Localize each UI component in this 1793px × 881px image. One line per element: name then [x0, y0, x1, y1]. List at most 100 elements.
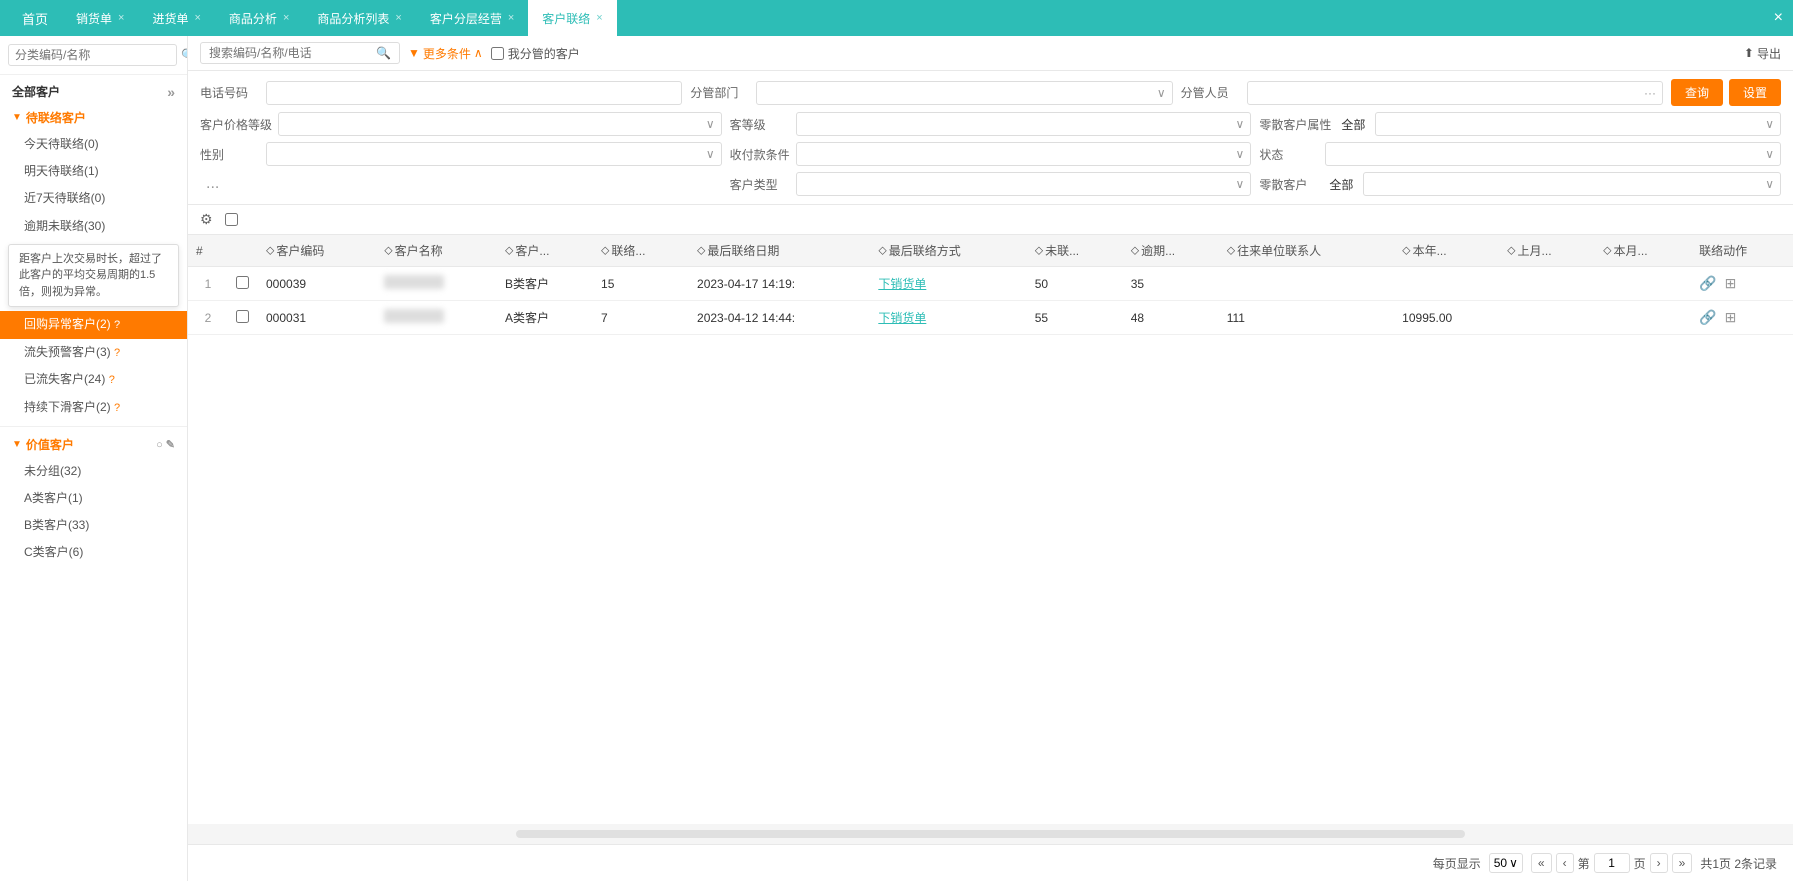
sidebar-collapse-icon[interactable]: » [167, 84, 175, 100]
sidebar-item-churn-warning[interactable]: 流失预警客户(3) ? [0, 339, 187, 367]
nav-product-analysis[interactable]: 商品分析 × [215, 0, 303, 36]
sidebar-item-7days[interactable]: 近7天待联络(0) [0, 185, 187, 212]
page-navigation: « ‹ 第 页 › » [1531, 853, 1692, 873]
sidebar-item-abnormal-repurchase[interactable]: 回购异常客户(2) ? [0, 311, 187, 339]
settings-button[interactable]: 设置 [1729, 79, 1781, 106]
more-dots-button[interactable]: ... [200, 175, 225, 193]
sidebar-item-a-class[interactable]: A类客户(1) [0, 485, 187, 512]
retail-customer-select[interactable]: ∨ [1363, 172, 1781, 196]
select-all-checkbox[interactable] [225, 213, 238, 226]
last-page-button[interactable]: » [1672, 853, 1693, 873]
sort-last-month[interactable]: ⬦ 上月... [1507, 242, 1551, 259]
payment-select[interactable]: ∨ [796, 142, 1252, 166]
filter-cell-gender: 性别 ∨ [200, 142, 722, 166]
gender-select[interactable]: ∨ [266, 142, 722, 166]
window-close-button[interactable]: × [1774, 9, 1783, 27]
sort-last-date[interactable]: ⬦ 最后联络日期 [697, 242, 779, 259]
sidebar-search-input[interactable] [8, 44, 177, 66]
first-page-button[interactable]: « [1531, 853, 1552, 873]
prev-page-button[interactable]: ‹ [1556, 853, 1574, 873]
close-purchase-icon[interactable]: × [194, 12, 200, 24]
sort-name[interactable]: ⬦ 客户名称 [384, 242, 442, 259]
sidebar-all-customers[interactable]: 全部客户 » [0, 75, 187, 104]
col-no: # [188, 235, 228, 267]
close-segments-icon[interactable]: × [508, 12, 514, 24]
nav-home[interactable]: 首页 [8, 0, 62, 36]
row-1-link-icon[interactable]: 🔗 [1699, 275, 1716, 292]
row-1-checkbox[interactable] [236, 276, 249, 289]
table-row: 1 000039 B类客户 15 2023-04-17 14:19: 下销货单 [188, 267, 1793, 301]
pagination: 每页显示 50 ∨ « ‹ 第 页 › » 共1页 2条记录 [188, 844, 1793, 881]
status-select[interactable]: ∨ [1325, 142, 1781, 166]
row-2-checkbox[interactable] [236, 310, 249, 323]
row-1-type: B类客户 [497, 267, 593, 301]
nav-purchase[interactable]: 进货单 × [138, 0, 214, 36]
horizontal-scrollbar[interactable] [188, 824, 1793, 844]
sort-type[interactable]: ⬦ 客户... [505, 242, 549, 259]
edit-icon[interactable]: ○ ✎ [156, 438, 175, 451]
row-2-link-icon[interactable]: 🔗 [1699, 309, 1716, 326]
total-records-label: 共1页 2条记录 [1700, 855, 1777, 872]
row-1-method-link[interactable]: 下销货单 [878, 277, 926, 291]
sidebar-item-tomorrow[interactable]: 明天待联络(1) [0, 158, 187, 185]
close-sales-icon[interactable]: × [118, 12, 124, 24]
row-1-last-month [1499, 267, 1595, 301]
row-2-more-icon[interactable]: ⊞ [1725, 309, 1737, 326]
sidebar-search-icon[interactable]: 🔍 [181, 48, 188, 62]
sort-overdue[interactable]: ⬦ 逾期... [1131, 242, 1175, 259]
close-contact-icon[interactable]: × [596, 12, 602, 24]
close-product-analysis-icon[interactable]: × [283, 12, 289, 24]
my-customer-checkbox[interactable] [491, 47, 504, 60]
search-input[interactable] [209, 46, 376, 60]
nav-product-analysis-list[interactable]: 商品分析列表 × [303, 0, 415, 36]
sidebar-item-b-class[interactable]: B类客户(33) [0, 512, 187, 539]
table-settings-icon[interactable]: ⚙ [200, 211, 213, 228]
customer-type-select[interactable]: ∨ [796, 172, 1252, 196]
nav-customer-segments[interactable]: 客户分层经营 × [416, 0, 528, 36]
sort-code[interactable]: ⬦ 客户编码 [266, 242, 324, 259]
nav-sales[interactable]: 销货单 × [62, 0, 138, 36]
close-product-list-icon[interactable]: × [395, 12, 401, 24]
sidebar-item-today[interactable]: 今天待联络(0) [0, 131, 187, 158]
sort-not-contacted[interactable]: ⬦ 未联... [1035, 242, 1079, 259]
next-page-button[interactable]: › [1650, 853, 1668, 873]
row-2-name-blurred [384, 309, 444, 323]
page-number-input[interactable] [1594, 853, 1630, 873]
scrollbar-thumb[interactable] [516, 830, 1465, 838]
more-conditions-button[interactable]: ▼ 更多条件 ∧ [408, 45, 483, 62]
sidebar-group-pending[interactable]: ▼ 待联络客户 [0, 104, 187, 131]
filter-row-1: 电话号码 分管部门 ∨ 分管人员 ··· [200, 79, 1781, 106]
row-1-more-icon[interactable]: ⊞ [1725, 275, 1737, 292]
sort-this-month[interactable]: ⬦ 本月... [1603, 242, 1647, 259]
sidebar-group-value[interactable]: ▼ 价值客户 ○ ✎ [0, 431, 187, 458]
dept-select[interactable]: ∨ [756, 81, 1172, 105]
row-2-contact-person: 111 [1219, 301, 1394, 335]
filter-cell-payment: 收付款条件 ∨ [730, 142, 1252, 166]
row-1-contact-count: 15 [593, 267, 689, 301]
manager-select[interactable]: ··· [1247, 81, 1663, 105]
sidebar-item-c-class[interactable]: C类客户(6) [0, 539, 187, 566]
price-grade-select[interactable]: ∨ [278, 112, 722, 136]
sidebar-item-ungrouped[interactable]: 未分组(32) [0, 458, 187, 485]
search-icon[interactable]: 🔍 [376, 46, 391, 60]
col-checkbox [228, 235, 258, 267]
sort-contact-person[interactable]: ⬦ 往来单位联系人 [1227, 242, 1321, 259]
row-2-last-date: 2023-04-12 14:44: [689, 301, 870, 335]
sort-this-year[interactable]: ⬦ 本年... [1402, 242, 1446, 259]
table-empty-space [188, 335, 1793, 824]
phone-input[interactable] [266, 81, 682, 105]
retail-attr-select[interactable]: ∨ [1375, 112, 1781, 136]
filter-cell-retail-attr: 零散客户属性 全部 ∨ [1259, 112, 1781, 136]
row-2-this-month [1595, 301, 1691, 335]
query-button[interactable]: 查询 [1671, 79, 1723, 106]
customer-grade-select[interactable]: ∨ [796, 112, 1252, 136]
nav-customer-contact[interactable]: 客户联络 × [528, 0, 616, 36]
per-page-select[interactable]: 50 ∨ [1489, 853, 1523, 873]
sort-contact[interactable]: ⬦ 联络... [601, 242, 645, 259]
sidebar-item-churned[interactable]: 已流失客户(24) ? [0, 366, 187, 394]
row-2-method-link[interactable]: 下销货单 [878, 311, 926, 325]
sidebar-item-declining[interactable]: 持续下滑客户(2) ? [0, 394, 187, 422]
sidebar-item-overdue[interactable]: 逾期未联络(30) [0, 213, 187, 240]
sort-last-method[interactable]: ⬦ 最后联络方式 [878, 242, 960, 259]
export-button[interactable]: ⬆ 导出 [1744, 45, 1781, 62]
